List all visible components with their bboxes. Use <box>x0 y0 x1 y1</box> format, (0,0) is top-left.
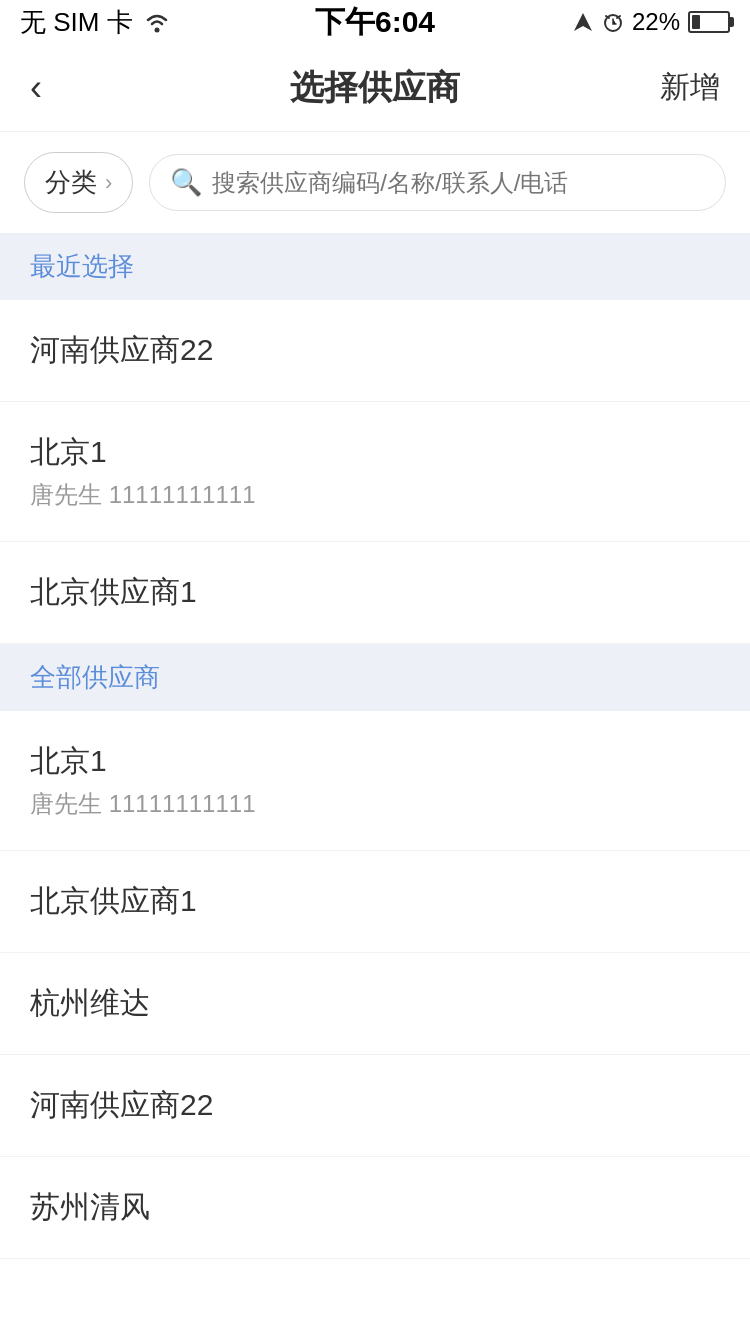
list-item[interactable]: 杭州维达 <box>0 953 750 1055</box>
list-item[interactable]: 河南供应商22 <box>0 300 750 402</box>
location-icon <box>572 11 594 33</box>
list-item[interactable]: 苏州清风 <box>0 1157 750 1259</box>
list-item[interactable]: 北京1 唐先生 11111111111 <box>0 402 750 542</box>
battery-text: 22% <box>632 8 680 36</box>
list-item[interactable]: 河南供应商22 <box>0 1055 750 1157</box>
recent-section-header: 最近选择 <box>0 233 750 300</box>
item-name: 北京1 <box>30 741 720 782</box>
search-icon: 🔍 <box>170 167 202 198</box>
all-items-list: 北京1 唐先生 11111111111 北京供应商1 杭州维达 河南供应商22 … <box>0 711 750 1259</box>
recent-items-list: 河南供应商22 北京1 唐先生 11111111111 北京供应商1 <box>0 300 750 644</box>
nav-bar: ‹ 选择供应商 新增 <box>0 44 750 132</box>
page-title: 选择供应商 <box>290 65 460 111</box>
status-time: 下午6:04 <box>315 2 435 43</box>
all-section-header: 全部供应商 <box>0 644 750 711</box>
item-name: 北京供应商1 <box>30 881 720 922</box>
item-name: 河南供应商22 <box>30 1085 720 1126</box>
filter-bar: 分类 › 🔍 <box>0 132 750 233</box>
search-input[interactable] <box>212 169 705 197</box>
item-name: 北京1 <box>30 432 720 473</box>
item-name: 河南供应商22 <box>30 330 720 371</box>
wifi-icon <box>143 11 171 33</box>
item-sub: 唐先生 11111111111 <box>30 479 720 511</box>
recent-section-label: 最近选择 <box>30 251 134 281</box>
status-bar: 无 SIM 卡 下午6:04 22% <box>0 0 750 44</box>
status-left: 无 SIM 卡 <box>20 5 171 40</box>
item-sub: 唐先生 11111111111 <box>30 788 720 820</box>
list-item[interactable]: 北京供应商1 <box>0 851 750 953</box>
search-box: 🔍 <box>149 154 726 211</box>
alarm-icon <box>602 11 624 33</box>
battery-icon <box>688 11 730 33</box>
status-right: 22% <box>572 8 730 36</box>
list-item[interactable]: 北京1 唐先生 11111111111 <box>0 711 750 851</box>
back-button[interactable]: ‹ <box>30 67 90 109</box>
item-name: 苏州清风 <box>30 1187 720 1228</box>
no-sim-text: 无 SIM 卡 <box>20 5 133 40</box>
add-button[interactable]: 新增 <box>660 67 720 108</box>
chevron-right-icon: › <box>105 170 112 196</box>
item-name: 北京供应商1 <box>30 572 720 613</box>
svg-point-0 <box>154 28 159 33</box>
category-filter-button[interactable]: 分类 › <box>24 152 133 213</box>
list-item[interactable]: 北京供应商1 <box>0 542 750 644</box>
category-label: 分类 <box>45 165 97 200</box>
all-section-label: 全部供应商 <box>30 662 160 692</box>
item-name: 杭州维达 <box>30 983 720 1024</box>
